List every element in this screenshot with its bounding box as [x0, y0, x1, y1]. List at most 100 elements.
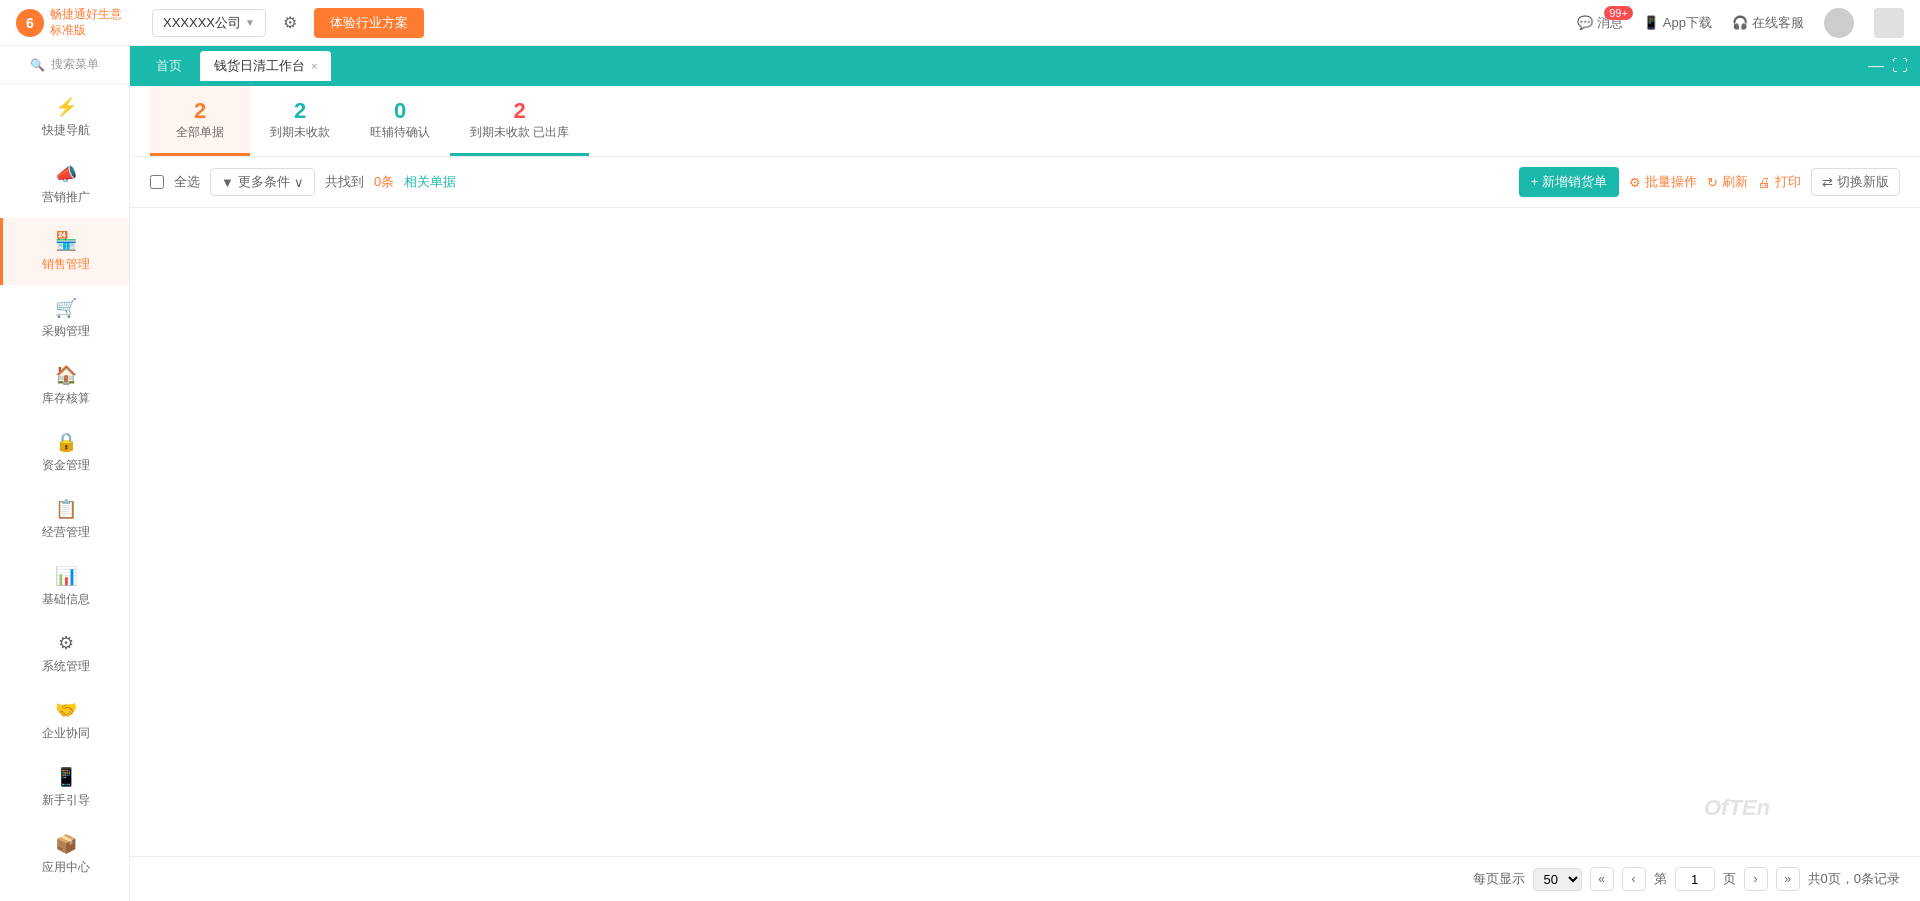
new-sales-order-button[interactable]: + 新增销货单 — [1519, 167, 1619, 197]
sidebar-item-search-menu[interactable]: 🔍 搜索菜单 — [0, 46, 129, 84]
main-layout: 🔍 搜索菜单 ⚡ 快捷导航 📣 营销推广 🏪 销售管理 🛒 采购管理 🏠 库存核… — [0, 46, 1920, 901]
company-selector[interactable]: XXXXXX公司 ▼ — [152, 9, 266, 37]
sidebar-item-cooperation[interactable]: 🤝 企业协同 — [0, 687, 129, 754]
sidebar-item-marketing[interactable]: 📣 营销推广 — [0, 151, 129, 218]
inventory-label: 库存核算 — [42, 390, 90, 407]
switch-icon: ⇄ — [1822, 175, 1833, 190]
sidebar: 🔍 搜索菜单 ⚡ 快捷导航 📣 营销推广 🏪 销售管理 🛒 采购管理 🏠 库存核… — [0, 46, 130, 901]
sidebar-item-inventory[interactable]: 🏠 库存核算 — [0, 352, 129, 419]
tab-home[interactable]: 首页 — [142, 51, 196, 81]
sales-icon: 🏪 — [55, 230, 77, 252]
basic-info-label: 基础信息 — [42, 591, 90, 608]
tab-minimize-icon[interactable]: — — [1868, 57, 1884, 75]
sales-label: 销售管理 — [42, 256, 90, 273]
refresh-icon: ↻ — [1707, 175, 1718, 190]
guide-icon: 📱 — [55, 766, 77, 788]
dropdown-arrow-icon: ▼ — [245, 17, 255, 28]
sidebar-item-operations[interactable]: 📋 经营管理 — [0, 486, 129, 553]
pagination-bar: 每页显示 50 « ‹ 第 页 › » 共0页，0条记录 — [130, 856, 1920, 901]
sidebar-item-guide[interactable]: 📱 新手引导 — [0, 754, 129, 821]
toolbar: 全选 ▼ 更多条件 ∨ 共找到 0条 相关单据 + 新增销货单 ⚙ 批量操作 — [130, 157, 1920, 208]
tab-close-icon[interactable]: × — [311, 60, 317, 72]
per-page-label: 每页显示 — [1473, 870, 1525, 888]
tab-workbench[interactable]: 钱货日清工作台 × — [200, 51, 331, 81]
page-number-input[interactable] — [1675, 867, 1715, 891]
sidebar-item-app-center[interactable]: 📦 应用中心 — [0, 821, 129, 888]
logo-text: 畅捷通好生意 标准版 — [50, 7, 122, 38]
toolbar-right: + 新增销货单 ⚙ 批量操作 ↻ 刷新 🖨 打印 ⇄ — [1519, 167, 1900, 197]
tab-home-label: 首页 — [156, 57, 182, 75]
pending-count: 0 — [394, 98, 406, 124]
online-service-label: 在线客服 — [1752, 14, 1804, 32]
total-info: 共0页，0条记录 — [1808, 870, 1900, 888]
trial-button[interactable]: 体验行业方案 — [314, 8, 424, 38]
messages-action[interactable]: 💬 消息 99+ — [1577, 14, 1623, 32]
batch-operation-button[interactable]: ⚙ 批量操作 — [1629, 173, 1697, 191]
inventory-icon: 🏠 — [55, 364, 77, 386]
last-page-button[interactable]: » — [1776, 867, 1800, 891]
sidebar-item-basic-info[interactable]: 📊 基础信息 — [0, 553, 129, 620]
sidebar-item-wechat[interactable]: 💬 企业微信 — [0, 888, 129, 901]
lightning-icon: ⚡ — [55, 96, 77, 118]
per-page-select[interactable]: 50 — [1533, 868, 1582, 891]
found-prefix: 共找到 — [325, 173, 364, 191]
table-area — [130, 208, 1920, 856]
status-tab-all[interactable]: 2 全部单据 — [150, 86, 250, 156]
print-icon: 🖨 — [1758, 175, 1771, 190]
main-content: 首页 钱货日清工作台 × — ⛶ 2 全部单据 2 到期 — [130, 46, 1920, 901]
avatar-extra[interactable] — [1874, 8, 1904, 38]
more-filter-button[interactable]: ▼ 更多条件 ∨ — [210, 168, 315, 196]
sidebar-item-finance[interactable]: 🔒 资金管理 — [0, 419, 129, 486]
batch-label: 批量操作 — [1645, 173, 1697, 191]
prev-page-button[interactable]: ‹ — [1622, 867, 1646, 891]
download-icon: 📱 — [1643, 15, 1659, 30]
app-download-action[interactable]: 📱 App下载 — [1643, 14, 1712, 32]
print-button[interactable]: 🖨 打印 — [1758, 173, 1801, 191]
message-icon: 💬 — [1577, 15, 1593, 30]
refresh-label: 刷新 — [1722, 173, 1748, 191]
filter-icon: ▼ — [221, 175, 234, 190]
top-header: 6 畅捷通好生意 标准版 XXXXXX公司 ▼ ⚙ 体验行业方案 💬 消息 99… — [0, 0, 1920, 46]
purchase-label: 采购管理 — [42, 323, 90, 340]
next-page-button[interactable]: › — [1744, 867, 1768, 891]
status-tabs: 2 全部单据 2 到期未收款 0 旺辅待确认 2 到期未收款 已出库 — [130, 86, 1920, 157]
header-left: 6 畅捷通好生意 标准版 XXXXXX公司 ▼ ⚙ 体验行业方案 — [16, 7, 424, 38]
logo-area: 6 畅捷通好生意 标准版 — [16, 7, 122, 38]
status-tab-overdue-out[interactable]: 2 到期未收款 已出库 — [450, 86, 589, 156]
sidebar-item-sales[interactable]: 🏪 销售管理 — [0, 218, 129, 285]
toolbar-left: 全选 ▼ 更多条件 ∨ 共找到 0条 相关单据 — [150, 168, 1509, 196]
search-menu-label: 搜索菜单 — [51, 56, 99, 73]
select-all-checkbox[interactable] — [150, 175, 164, 189]
online-service-action[interactable]: 🎧 在线客服 — [1732, 14, 1804, 32]
settings-icon[interactable]: ⚙ — [276, 9, 304, 37]
first-page-button[interactable]: « — [1590, 867, 1614, 891]
app-download-label: App下载 — [1663, 14, 1712, 32]
more-filter-label: 更多条件 — [238, 173, 290, 191]
batch-icon: ⚙ — [1629, 175, 1641, 190]
app-center-label: 应用中心 — [42, 859, 90, 876]
cooperation-icon: 🤝 — [55, 699, 77, 721]
app-center-icon: 📦 — [55, 833, 77, 855]
operations-icon: 📋 — [55, 498, 77, 520]
select-all-label: 全选 — [174, 173, 200, 191]
pending-label: 旺辅待确认 — [370, 124, 430, 141]
page-label-end: 页 — [1723, 870, 1736, 888]
cooperation-label: 企业协同 — [42, 725, 90, 742]
refresh-button[interactable]: ↻ 刷新 — [1707, 173, 1748, 191]
content-area: 2 全部单据 2 到期未收款 0 旺辅待确认 2 到期未收款 已出库 — [130, 86, 1920, 901]
quick-nav-label: 快捷导航 — [42, 122, 90, 139]
sidebar-item-purchase[interactable]: 🛒 采购管理 — [0, 285, 129, 352]
tab-bar: 首页 钱货日清工作台 × — ⛶ — [130, 46, 1920, 86]
switch-version-button[interactable]: ⇄ 切换新版 — [1811, 168, 1900, 196]
finance-icon: 🔒 — [55, 431, 77, 453]
sidebar-item-system[interactable]: ⚙ 系统管理 — [0, 620, 129, 687]
avatar[interactable] — [1824, 8, 1854, 38]
tab-maximize-icon[interactable]: ⛶ — [1892, 57, 1908, 75]
operations-label: 经营管理 — [42, 524, 90, 541]
company-name: XXXXXX公司 — [163, 14, 241, 32]
tab-controls: — ⛶ — [1868, 57, 1908, 75]
status-tab-pending[interactable]: 0 旺辅待确认 — [350, 86, 450, 156]
sidebar-item-quick-nav[interactable]: ⚡ 快捷导航 — [0, 84, 129, 151]
marketing-icon: 📣 — [55, 163, 77, 185]
status-tab-overdue[interactable]: 2 到期未收款 — [250, 86, 350, 156]
